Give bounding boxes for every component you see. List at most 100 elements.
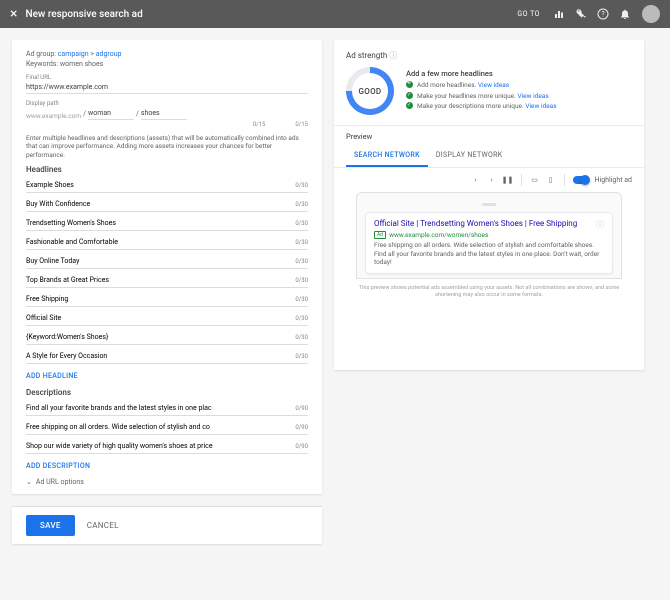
add-description-button[interactable]: ADD DESCRIPTION — [26, 462, 308, 470]
display-path-domain: www.example.com — [26, 112, 81, 120]
app-header: × New responsive search ad GO TO ? — [0, 0, 670, 28]
headline-row: 0/30 — [26, 178, 308, 193]
ad-preview-description: Free shipping on all orders. Wide select… — [374, 241, 604, 266]
form-footer: SAVE CANCEL — [12, 506, 322, 544]
headline-row: 0/30 — [26, 330, 308, 345]
pause-icon[interactable]: ❚❚ — [503, 175, 513, 185]
char-count: 0/30 — [291, 239, 308, 246]
highlight-label: Highlight ad — [595, 176, 632, 184]
ad-info-icon[interactable]: ⓘ — [596, 219, 604, 230]
headline-input[interactable] — [26, 311, 291, 325]
headline-input[interactable] — [26, 197, 291, 211]
prev-arrow-right-icon[interactable]: › — [487, 175, 497, 185]
char-count: 0/30 — [291, 277, 308, 284]
char-count: 0/90 — [291, 443, 308, 450]
char-count: 0/30 — [291, 315, 308, 322]
view-ideas-link[interactable]: View ideas — [525, 102, 556, 110]
page-title: New responsive search ad — [25, 9, 142, 20]
description-row: 0/90 — [26, 420, 308, 435]
description-input[interactable] — [26, 401, 291, 415]
preview-tabs: SEARCH NETWORK DISPLAY NETWORK — [334, 145, 644, 168]
keywords-meta: Keywords: women shoes — [26, 60, 308, 68]
add-headline-button[interactable]: ADD HEADLINE — [26, 372, 308, 380]
ad-strength-label: Ad strength ⓘ — [346, 50, 632, 61]
tab-search-network[interactable]: SEARCH NETWORK — [346, 145, 428, 167]
headline-row: 0/30 — [26, 311, 308, 326]
goto-button[interactable]: GO TO — [517, 10, 540, 18]
headline-row: 0/30 — [26, 197, 308, 212]
headline-row: 0/30 — [26, 292, 308, 307]
desktop-icon[interactable]: ▭ — [530, 175, 540, 185]
headline-input[interactable] — [26, 216, 291, 230]
cancel-button[interactable]: CANCEL — [87, 521, 119, 530]
headline-input[interactable] — [26, 292, 291, 306]
adgroup-link[interactable]: adgroup — [96, 50, 122, 58]
ad-preview-card: ⓘ Official Site | Trendsetting Women's S… — [365, 212, 613, 274]
strength-hint: Add more headlines. View ideas — [406, 81, 632, 89]
ad-strength-card: Ad strength ⓘ GOOD Add a few more headli… — [334, 40, 644, 370]
char-count: 0/90 — [291, 405, 308, 412]
final-url-label: Final URL — [26, 74, 308, 81]
headlines-section-label: Headlines — [26, 165, 308, 174]
description-row: 0/90 — [26, 401, 308, 416]
headline-input[interactable] — [26, 235, 291, 249]
preview-device: ⓘ Official Site | Trendsetting Women's S… — [356, 192, 622, 279]
chevron-down-icon: ⌄ — [26, 478, 32, 486]
tab-display-network[interactable]: DISPLAY NETWORK — [428, 145, 511, 167]
svg-text:?: ? — [601, 11, 605, 19]
headline-input[interactable] — [26, 178, 291, 192]
strength-hint: Make your headlines more unique. View id… — [406, 92, 632, 100]
headline-input[interactable] — [26, 273, 291, 287]
preview-label: Preview — [346, 132, 632, 141]
description-input[interactable] — [26, 420, 291, 434]
plus-icon — [406, 81, 413, 88]
headline-input[interactable] — [26, 330, 291, 344]
highlight-toggle[interactable] — [573, 176, 589, 184]
ad-preview-title: Official Site | Trendsetting Women's Sho… — [374, 219, 604, 229]
description-input[interactable] — [26, 439, 291, 453]
display-path1-input[interactable] — [88, 107, 134, 120]
help-icon[interactable]: ? — [596, 7, 610, 21]
char-count: 0/30 — [291, 296, 308, 303]
headline-row: 0/30 — [26, 235, 308, 250]
strength-cta: Add a few more headlines — [406, 69, 632, 78]
strength-hint: Make your descriptions more unique. View… — [406, 102, 632, 110]
char-count: 0/30 — [291, 182, 308, 189]
char-count: 0/30 — [291, 334, 308, 341]
char-count: 0/30 — [291, 353, 308, 360]
mobile-icon[interactable]: ▯ — [546, 175, 556, 185]
headline-input[interactable] — [26, 254, 291, 268]
char-count: 0/30 — [291, 201, 308, 208]
strength-ring: GOOD — [346, 67, 394, 115]
ad-url-options-toggle[interactable]: ⌄ Ad URL options — [26, 478, 308, 486]
char-count: 0/90 — [291, 424, 308, 431]
notifications-icon[interactable] — [618, 7, 632, 21]
adgroup-meta: Ad group: campaign > adgroup — [26, 50, 308, 58]
char-count: 0/30 — [291, 258, 308, 265]
save-button[interactable]: SAVE — [26, 515, 75, 536]
check-icon — [406, 102, 413, 109]
check-icon — [406, 92, 413, 99]
display-path2-input[interactable] — [141, 107, 187, 120]
tools-icon[interactable] — [574, 7, 588, 21]
headline-input[interactable] — [26, 349, 291, 363]
ad-badge: Ad — [374, 231, 386, 239]
char-count: 0/30 — [291, 220, 308, 227]
preview-disclaimer: This preview shows potential ads assembl… — [356, 285, 622, 299]
final-url-input[interactable] — [26, 81, 308, 94]
description-row: 0/90 — [26, 439, 308, 454]
view-ideas-link[interactable]: View ideas — [478, 81, 509, 89]
help-text: Enter multiple headlines and description… — [26, 134, 308, 159]
close-icon[interactable]: × — [10, 6, 17, 22]
headline-row: 0/30 — [26, 254, 308, 269]
reports-icon[interactable] — [552, 7, 566, 21]
descriptions-section-label: Descriptions — [26, 388, 308, 397]
prev-arrow-left-icon[interactable]: ‹ — [471, 175, 481, 185]
ad-preview-url: www.example.com/women/shoes — [389, 231, 488, 239]
headline-row: 0/30 — [26, 349, 308, 364]
display-path-label: Display path — [26, 100, 308, 107]
campaign-link[interactable]: campaign — [58, 50, 89, 58]
ad-form-card: Ad group: campaign > adgroup Keywords: w… — [12, 40, 322, 494]
avatar[interactable] — [642, 5, 660, 23]
view-ideas-link[interactable]: View ideas — [517, 92, 548, 100]
